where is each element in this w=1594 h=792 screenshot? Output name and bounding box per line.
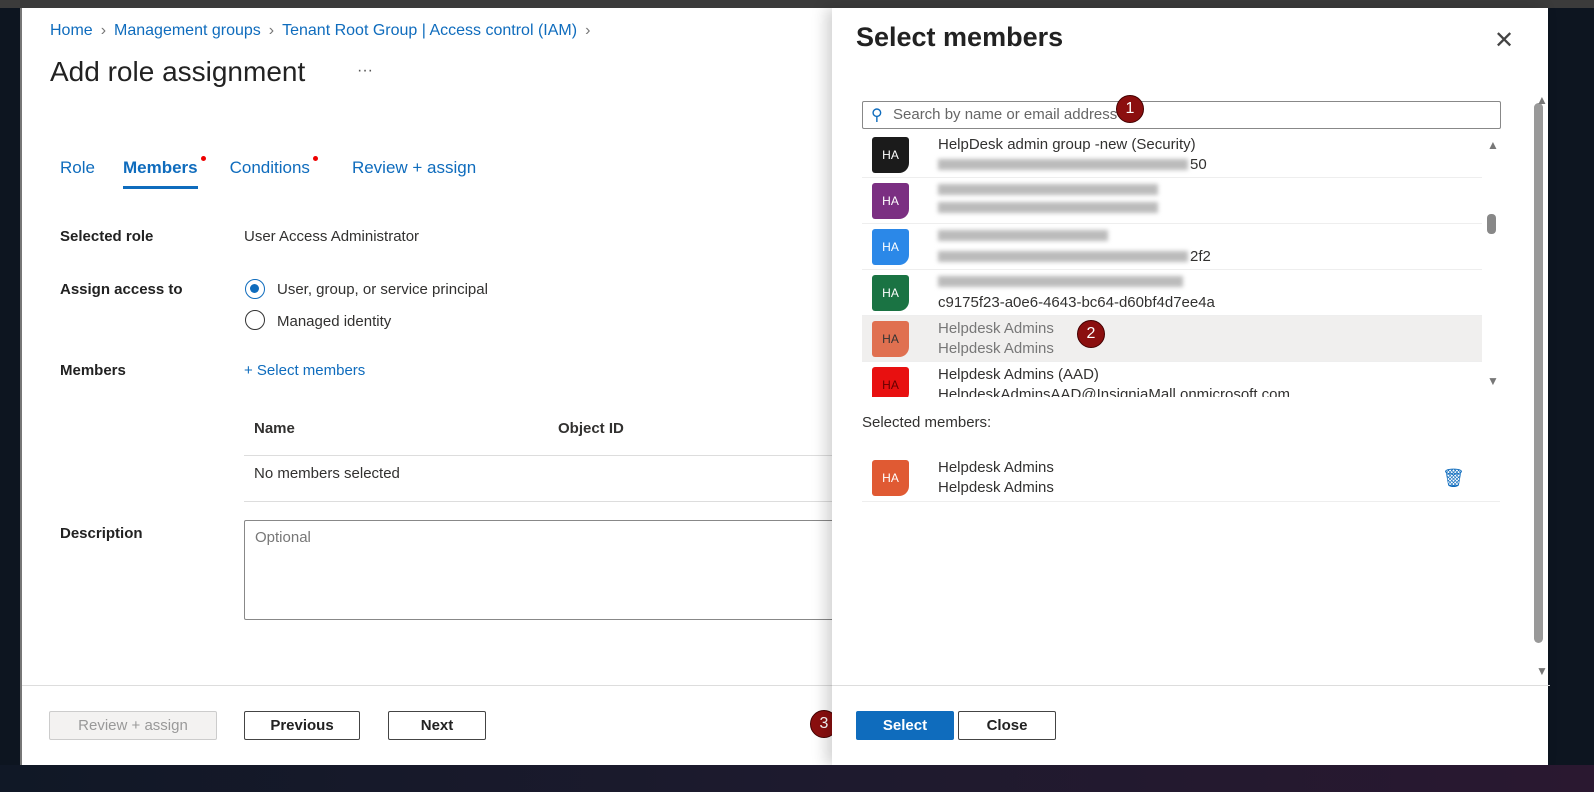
title-bar [0,0,1594,8]
panel-scroll-up-icon[interactable]: ▲ [1536,93,1548,107]
list-scroll-up-icon[interactable]: ▲ [1487,138,1499,152]
breadcrumb-home[interactable]: Home [50,22,93,40]
tab-label: Members [122,158,198,177]
tab-label: Conditions [229,158,310,177]
member-list: HA HelpDesk admin group -new (Security) 50… [862,132,1482,397]
page-title: Add role assignment [50,56,306,87]
chevron-right-icon: › [268,22,275,39]
avatar: HA [872,275,909,311]
required-dot [312,156,318,161]
annotation-badge-2: 2 [1077,320,1105,348]
item-name: HelpDesk admin group -new (Security) [938,136,1196,153]
item-id: 50 [938,156,1207,173]
item-name [938,228,1110,245]
search-input[interactable]: ⚲ Search by name or email address [862,101,1501,129]
item-name [938,274,1185,291]
list-scroll-down-icon[interactable]: ▼ [1487,374,1499,388]
avatar: HA [872,367,909,397]
annotation-badge-1: 1 [1116,95,1144,123]
radio-user-group-label: User, group, or service principal [277,281,488,298]
item-id: 2f2 [938,248,1211,265]
list-scrollbar-thumb[interactable] [1487,214,1496,234]
panel-title: Select members [856,22,1064,52]
selected-member-row: HA Helpdesk Admins Helpdesk Admins [862,455,1500,502]
select-button[interactable]: Select [856,711,954,740]
select-members-link[interactable]: + Select members [244,362,365,379]
item-sub: Helpdesk Admins [938,340,1054,357]
item-name: Helpdesk Admins [938,320,1054,337]
tab-label: Role [60,158,95,177]
item-name: Helpdesk Admins (AAD) [938,366,1099,383]
selected-member-name: Helpdesk Admins [938,459,1054,476]
list-item[interactable]: HA c9175f23-a0e6-4643-bc64-d60bf4d7ee4a [862,270,1482,316]
more-icon[interactable]: ··· [357,62,373,80]
avatar: HA [872,321,909,357]
panel-scrollbar[interactable] [1534,103,1543,643]
selected-member-sub: Helpdesk Admins [938,479,1054,496]
radio-user-group[interactable] [245,279,265,299]
description-label: Description [60,525,143,542]
review-assign-button[interactable]: Review + assign [49,711,217,740]
trash-icon[interactable]: 🗑 [1442,468,1465,489]
radio-managed-identity[interactable] [245,310,265,330]
breadcrumb: Home › Management groups › Tenant Root Gro… [50,22,590,40]
description-input[interactable]: Optional [244,520,844,620]
list-item[interactable]: HA HelpDesk admin group -new (Security) 50 [862,132,1482,178]
tab-conditions[interactable]: Conditions [229,156,318,189]
divider [244,501,854,502]
assign-access-label: Assign access to [60,281,183,298]
avatar: HA [872,229,909,265]
avatar: HA [872,137,909,173]
members-label: Members [60,362,126,379]
item-id [938,202,1160,213]
breadcrumb-management-groups[interactable]: Management groups [114,22,261,40]
list-item[interactable]: HA [862,178,1482,224]
item-sub: HelpdeskAdminsAAD@InsigniaMall.onmicroso… [938,386,1291,397]
selected-role-label: Selected role [60,228,154,245]
tab-review-assign[interactable]: Review + assign [352,158,476,189]
panel-scroll-down-icon[interactable]: ▼ [1536,664,1548,678]
chevron-right-icon: › [585,22,591,39]
divider [832,685,1548,686]
required-dot [200,156,206,161]
list-item-selected[interactable]: HA Helpdesk Admins Helpdesk Admins [862,316,1482,362]
empty-members-text: No members selected [254,465,400,482]
previous-button[interactable]: Previous [244,711,360,740]
close-icon[interactable]: ✕ [1494,26,1514,55]
item-id: c9175f23-a0e6-4643-bc64-d60bf4d7ee4a [938,294,1215,311]
selected-role-value: User Access Administrator [244,228,420,245]
search-placeholder: Search by name or email address [893,106,1118,123]
close-button[interactable]: Close [958,711,1056,740]
item-name [938,182,1160,199]
avatar: HA [872,460,909,496]
list-item[interactable]: HA 2f2 [862,224,1482,270]
chevron-right-icon: › [100,22,107,39]
tab-bar: Role Members Conditions Review + assign [60,156,504,189]
tab-members[interactable]: Members [122,156,206,189]
tab-label: Review + assign [351,158,477,177]
column-name: Name [254,420,295,437]
selected-members-label: Selected members: [862,414,992,431]
taskbar [0,765,1594,792]
column-object-id: Object ID [558,420,624,437]
avatar: HA [872,183,909,219]
select-members-panel: Select members ✕ ⚲ Search by name or emai… [832,8,1548,765]
breadcrumb-iam[interactable]: Tenant Root Group | Access control (IAM) [282,22,577,40]
tab-role[interactable]: Role [60,158,95,189]
radio-managed-identity-label: Managed identity [277,313,392,330]
search-icon: ⚲ [871,107,883,124]
next-button[interactable]: Next [388,711,486,740]
list-item[interactable]: HA Helpdesk Admins (AAD) HelpdeskAdminsAAD… [862,362,1482,397]
divider [244,455,854,456]
